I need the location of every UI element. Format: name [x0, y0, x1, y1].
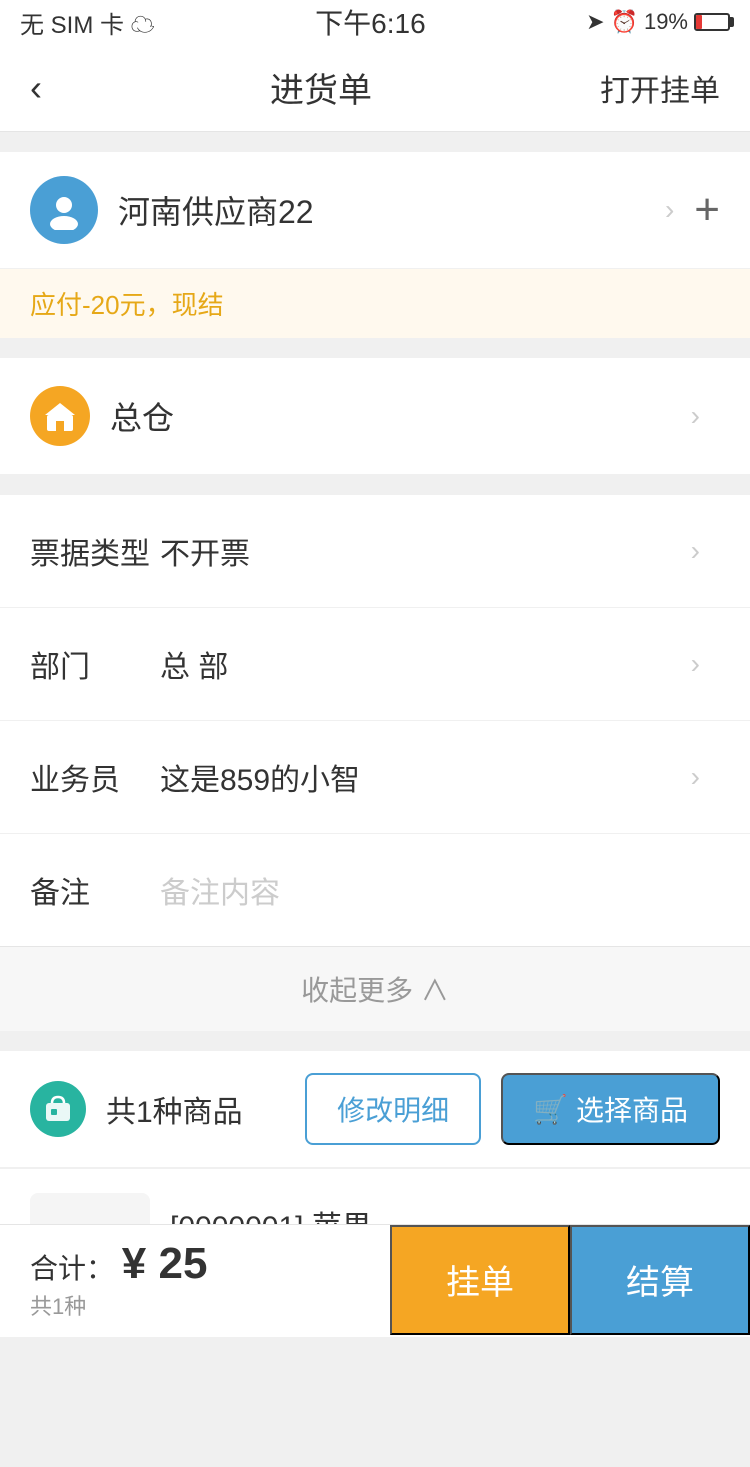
products-header: 共1种商品 修改明细 🛒 选择商品 [0, 1051, 750, 1167]
sales-rep-label: 业务员 [30, 755, 160, 799]
sales-rep-chevron-icon: › [691, 761, 700, 793]
department-row[interactable]: 部门 总 部 › [0, 607, 750, 720]
hang-order-button[interactable]: 挂单 [390, 1225, 570, 1335]
products-count: 共1种商品 [106, 1087, 285, 1131]
battery-icon [694, 13, 730, 31]
status-left: 无 SIM 卡 ☁ [20, 5, 155, 40]
supplier-avatar [30, 176, 98, 244]
form-section: 票据类型 不开票 › 部门 总 部 › 业务员 这是859的小智 › 备注 备注… [0, 494, 750, 946]
total-section: 合计： ¥ 25 共1种 [0, 1239, 390, 1321]
supplier-section: 河南供应商22 › + 应付-20元，现结 [0, 152, 750, 338]
back-button[interactable]: ‹ [30, 67, 42, 109]
status-bar: 无 SIM 卡 ☁ 下午6:16 ➤ ⏰ 19% [0, 0, 750, 44]
settle-button[interactable]: 结算 [570, 1225, 750, 1335]
sim-status: 无 SIM 卡 ☁ [20, 5, 155, 40]
warehouse-section: 总仓 › [0, 358, 750, 474]
alarm-icon: ⏰ [611, 9, 638, 35]
invoice-type-row[interactable]: 票据类型 不开票 › [0, 494, 750, 607]
sales-rep-row[interactable]: 业务员 这是859的小智 › [0, 720, 750, 833]
page-title: 进货单 [270, 63, 372, 112]
open-hang-button[interactable]: 打开挂单 [600, 66, 720, 110]
supplier-row[interactable]: 河南供应商22 › + [0, 152, 750, 269]
cart-icon: 🛒 [533, 1093, 568, 1126]
warehouse-name: 总仓 [110, 393, 691, 439]
warehouse-row[interactable]: 总仓 › [0, 358, 750, 474]
section-gap-3 [0, 474, 750, 494]
section-gap-1 [0, 132, 750, 152]
status-right: ➤ ⏰ 19% [586, 9, 730, 35]
department-value: 总 部 [160, 642, 691, 686]
warehouse-chevron-icon: › [691, 400, 700, 432]
add-supplier-button[interactable]: + [694, 188, 720, 232]
total-label: 合计： [30, 1253, 114, 1284]
warehouse-icon [30, 386, 90, 446]
notes-value[interactable]: 备注内容 [160, 868, 720, 912]
supplier-chevron-icon: › [665, 194, 674, 226]
collapse-toggle[interactable]: 收起更多 ∧ [0, 946, 750, 1031]
total-row: 合计： ¥ 25 [30, 1239, 360, 1289]
bottom-bar: 合计： ¥ 25 共1种 挂单 结算 [0, 1224, 750, 1334]
select-product-label: 选择商品 [576, 1089, 688, 1129]
notes-label: 备注 [30, 868, 160, 912]
supplier-name: 河南供应商22 [118, 187, 665, 233]
section-gap-2 [0, 338, 750, 358]
nav-bar: ‹ 进货单 打开挂单 [0, 44, 750, 132]
supplier-notice: 应付-20元，现结 [0, 269, 750, 338]
section-gap-4 [0, 1031, 750, 1051]
products-icon [30, 1081, 86, 1137]
invoice-type-value: 不开票 [160, 529, 691, 573]
department-chevron-icon: › [691, 648, 700, 680]
total-count: 共1种 [30, 1289, 360, 1321]
select-product-button[interactable]: 🛒 选择商品 [501, 1073, 720, 1145]
bottom-gap [0, 1337, 750, 1357]
total-amount: ¥ 25 [122, 1239, 208, 1288]
status-time: 下午6:16 [315, 2, 426, 42]
battery-level: 19% [644, 9, 688, 35]
department-label: 部门 [30, 642, 160, 686]
edit-detail-button[interactable]: 修改明细 [305, 1073, 481, 1145]
notes-row[interactable]: 备注 备注内容 [0, 833, 750, 946]
location-icon: ➤ [586, 9, 604, 35]
invoice-type-label: 票据类型 [30, 529, 160, 573]
sales-rep-value: 这是859的小智 [160, 755, 691, 799]
invoice-type-chevron-icon: › [691, 535, 700, 567]
